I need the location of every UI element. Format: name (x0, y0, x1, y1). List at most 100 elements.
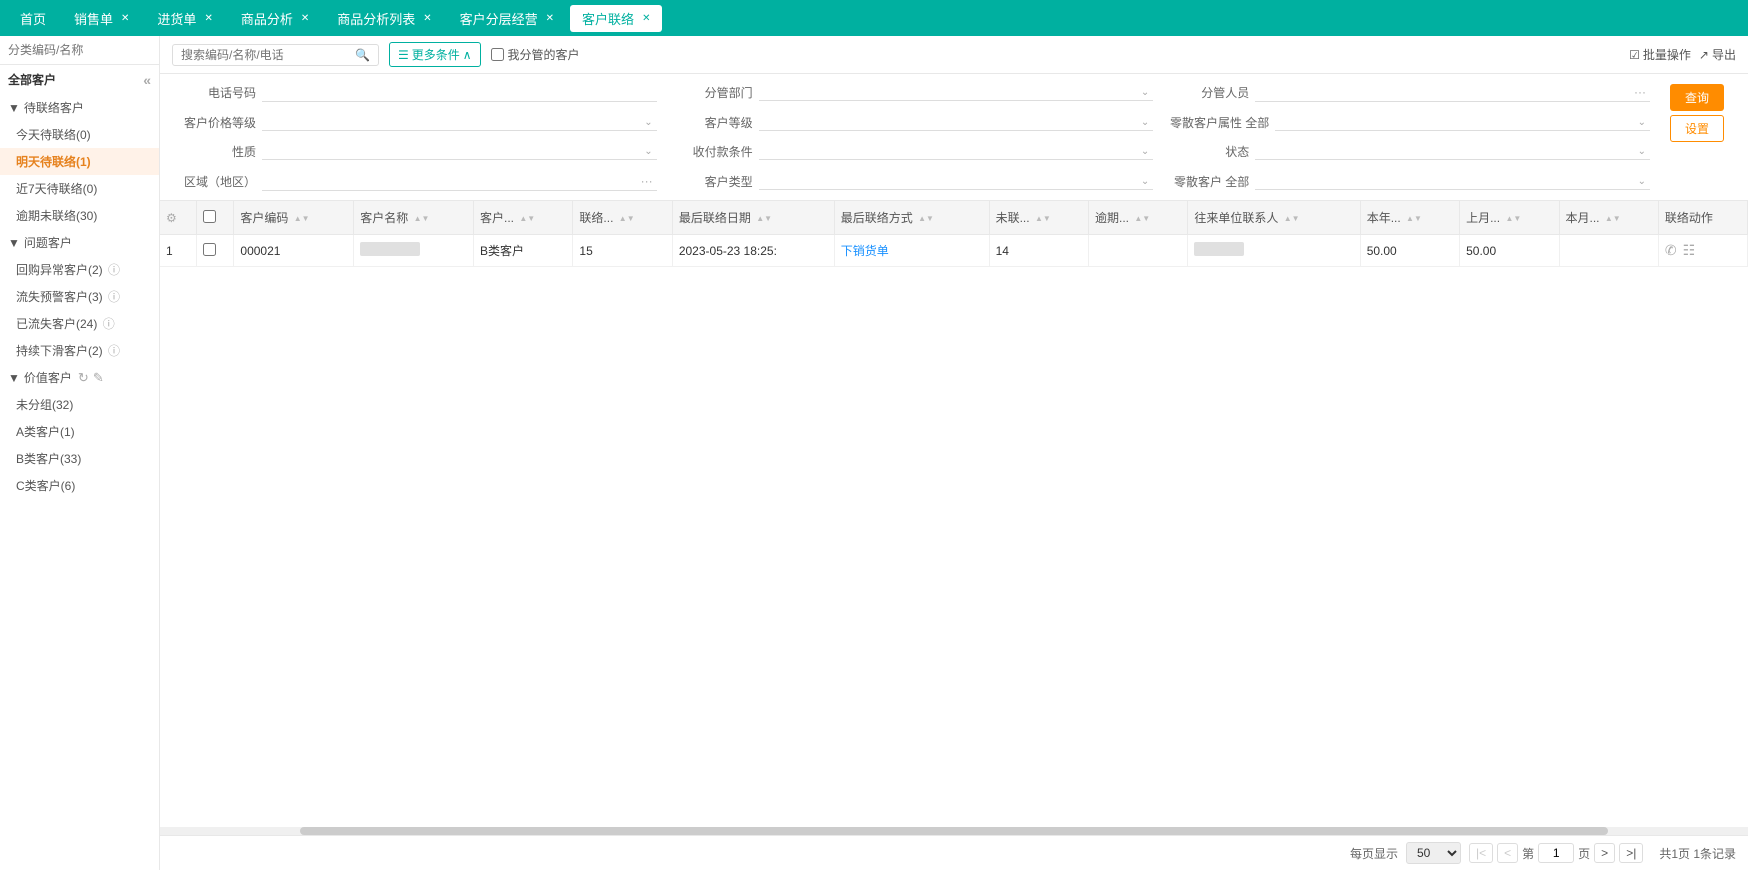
dept-select[interactable]: ⌄ (759, 85, 1154, 101)
sidebar-item-overdue[interactable]: 逾期未联络(30) (0, 202, 159, 229)
cell-last-month: 50.00 (1460, 235, 1559, 267)
nav-goods-analysis[interactable]: 商品分析 ✕ (229, 5, 321, 32)
total-info: 共1页 1条记录 (1659, 845, 1736, 862)
th-checkbox[interactable] (196, 201, 234, 235)
select-all-checkbox[interactable] (203, 210, 216, 223)
retail-customer-chevron-icon: ⌄ (1638, 176, 1646, 187)
person-label: 分管人员 (1169, 84, 1249, 101)
th-uncontacted[interactable]: 未联... ▲▼ (989, 201, 1088, 235)
sidebar-search-input[interactable] (8, 43, 160, 57)
arrow-icon-pending: ▼ (8, 101, 20, 115)
reset-button[interactable]: 设置 (1670, 115, 1724, 142)
prev-page-btn[interactable]: < (1497, 843, 1518, 863)
name-masked (360, 242, 420, 256)
sidebar-item-churned[interactable]: 已流失客户(24) ⓘ (0, 310, 159, 337)
th-code[interactable]: 客户编码 ▲▼ (234, 201, 354, 235)
adv-filter: 电话号码 分管部门 ⌄ 分管人员 (160, 74, 1748, 201)
cell-contact-count: 15 (573, 235, 672, 267)
sidebar-item-class-a[interactable]: A类客户(1) (0, 418, 159, 445)
more-conditions-label: 更多条件 (412, 46, 460, 63)
cell-checkbox[interactable] (196, 235, 234, 267)
cell-type: B类客户 (474, 235, 573, 267)
retail-attr-select[interactable]: ⌄ (1275, 115, 1650, 131)
last-contact-method-link[interactable]: 下销货单 (841, 244, 889, 258)
collapse-icon[interactable]: « (143, 72, 151, 88)
th-last-contact-date[interactable]: 最后联络日期 ▲▼ (672, 201, 834, 235)
person-select[interactable]: ··· (1255, 83, 1650, 102)
sales-close-icon[interactable]: ✕ (121, 13, 129, 24)
sidebar-item-declining[interactable]: 持续下滑客户(2) ⓘ (0, 337, 159, 364)
sidebar-group-problem[interactable]: ▼ 问题客户 (0, 229, 159, 256)
query-button[interactable]: 查询 (1670, 84, 1724, 111)
th-type[interactable]: 客户... ▲▼ (474, 201, 573, 235)
th-this-month[interactable]: 本月... ▲▼ (1559, 201, 1658, 235)
last-page-btn[interactable]: >| (1619, 843, 1643, 863)
search-input[interactable] (181, 48, 351, 62)
sidebar-item-class-b[interactable]: B类客户(33) (0, 445, 159, 472)
search-icon[interactable]: 🔍 (355, 48, 370, 62)
my-customers-checkbox-label[interactable]: 我分管的客户 (491, 46, 580, 63)
filter-actions: 查询 设置 (1662, 80, 1732, 146)
customer-grade-select[interactable]: ⌄ (759, 115, 1154, 131)
settings-icon[interactable]: ⚙ (166, 211, 177, 225)
cell-last-contact-method[interactable]: 下销货单 (834, 235, 989, 267)
goods-analysis-list-close-icon[interactable]: ✕ (423, 13, 431, 24)
scrollbar-thumb[interactable] (300, 827, 1608, 835)
nav-customer-tier[interactable]: 客户分层经营 ✕ (448, 5, 566, 32)
th-overdue[interactable]: 逾期... ▲▼ (1088, 201, 1187, 235)
edit-icon-value[interactable]: ✎ (93, 370, 104, 386)
retail-customer-select[interactable]: ⌄ (1255, 174, 1650, 190)
problem-label: 问题客户 (24, 234, 72, 251)
export-btn[interactable]: ↗ 导出 (1699, 46, 1736, 63)
nav-goods-analysis-list[interactable]: 商品分析列表 ✕ (325, 5, 443, 32)
th-contact-count[interactable]: 联络... ▲▼ (573, 201, 672, 235)
batch-op-btn[interactable]: ☑ 批量操作 (1629, 46, 1691, 63)
customer-tier-close-icon[interactable]: ✕ (546, 13, 554, 24)
sort-this-year-icon: ▲▼ (1406, 216, 1422, 222)
sidebar-group-pending[interactable]: ▼ 待联络客户 (0, 94, 159, 121)
my-customers-checkbox[interactable] (491, 48, 504, 61)
customer-type-select[interactable]: ⌄ (759, 174, 1154, 190)
sidebar-all-customers[interactable]: 全部客户 « (0, 65, 159, 94)
sidebar-group-value[interactable]: ▼ 价值客户 ↻ ✎ (0, 364, 159, 391)
th-last-month[interactable]: 上月... ▲▼ (1460, 201, 1559, 235)
sort-method-icon: ▲▼ (918, 216, 934, 222)
th-unit-contact[interactable]: 往来单位联系人 ▲▼ (1188, 201, 1360, 235)
region-select[interactable]: ··· (262, 172, 657, 191)
sidebar-item-repurchase[interactable]: 回购异常客户(2) ⓘ (0, 256, 159, 283)
goods-analysis-close-icon[interactable]: ✕ (301, 13, 309, 24)
next-page-btn[interactable]: > (1594, 843, 1615, 863)
row-checkbox[interactable] (203, 243, 216, 256)
customer-contact-close-icon[interactable]: ✕ (642, 13, 650, 24)
nav-purchase[interactable]: 进货单 ✕ (145, 5, 224, 32)
per-page-select[interactable]: 50 100 200 (1406, 842, 1461, 864)
current-page-input[interactable] (1538, 843, 1574, 863)
filter-status: 状态 ⌄ (1169, 140, 1650, 163)
filter-person: 分管人员 ··· (1169, 80, 1650, 105)
action-grid-icon[interactable]: ☷ (1683, 242, 1696, 259)
nature-select[interactable]: ⌄ (262, 144, 657, 160)
th-this-year[interactable]: 本年... ▲▼ (1360, 201, 1459, 235)
nav-home[interactable]: 首页 (8, 5, 58, 32)
status-select[interactable]: ⌄ (1255, 144, 1650, 160)
more-conditions-btn[interactable]: ☰ 更多条件 ∧ (389, 42, 481, 67)
pending-label: 待联络客户 (24, 99, 84, 116)
price-grade-select[interactable]: ⌄ (262, 115, 657, 131)
phone-input[interactable] (262, 83, 657, 102)
payment-select[interactable]: ⌄ (759, 144, 1154, 160)
sidebar-item-today[interactable]: 今天待联络(0) (0, 121, 159, 148)
sidebar-item-tomorrow[interactable]: 明天待联络(1) (0, 148, 159, 175)
sidebar-item-ungrouped[interactable]: 未分组(32) (0, 391, 159, 418)
sidebar-item-class-c[interactable]: C类客户(6) (0, 472, 159, 499)
nav-customer-contact[interactable]: 客户联络 ✕ (570, 5, 662, 32)
purchase-close-icon[interactable]: ✕ (204, 13, 212, 24)
nav-sales[interactable]: 销售单 ✕ (62, 5, 141, 32)
sidebar-item-week[interactable]: 近7天待联络(0) (0, 175, 159, 202)
th-last-contact-method[interactable]: 最后联络方式 ▲▼ (834, 201, 989, 235)
th-name[interactable]: 客户名称 ▲▼ (354, 201, 474, 235)
th-settings[interactable]: ⚙ (160, 201, 196, 235)
action-phone-icon[interactable]: ✆ (1665, 242, 1677, 259)
refresh-icon-value[interactable]: ↻ (78, 370, 89, 386)
sidebar-item-churn-warning[interactable]: 流失预警客户(3) ⓘ (0, 283, 159, 310)
first-page-btn[interactable]: |< (1469, 843, 1493, 863)
